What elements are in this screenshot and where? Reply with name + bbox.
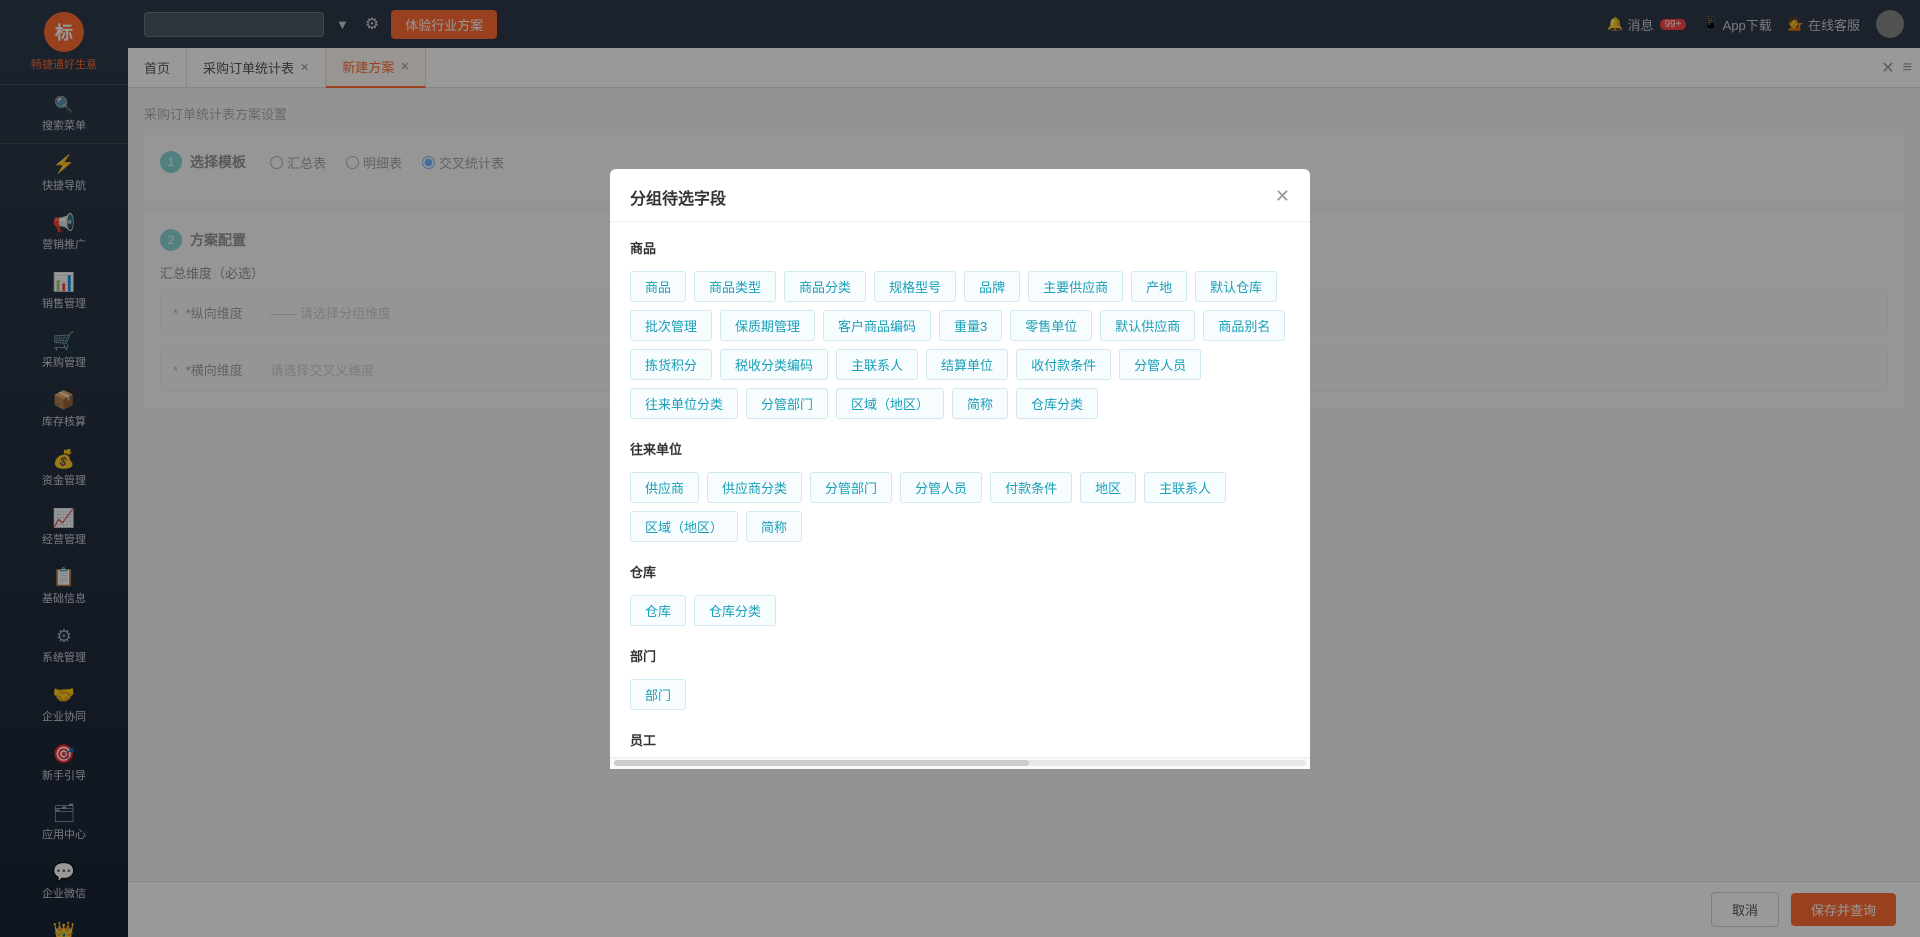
department-tags: 部门 [630,679,1290,710]
section-department-title: 部门 [630,646,1290,669]
tag-goods-15[interactable]: 拣货积分 [630,349,712,380]
tag-dept-0[interactable]: 部门 [630,679,686,710]
section-warehouse: 仓库 仓库 仓库分类 [630,562,1290,626]
tag-partner-7[interactable]: 区域（地区） [630,511,738,542]
tag-goods-0[interactable]: 商品 [630,271,686,302]
dialog-close-button[interactable]: ✕ [1275,186,1290,207]
section-staff-title: 员工 [630,730,1290,753]
tag-goods-14[interactable]: 商品别名 [1203,310,1285,341]
warehouse-tags: 仓库 仓库分类 [630,595,1290,626]
dialog-scrollbar-x[interactable] [610,757,1310,769]
section-department: 部门 部门 [630,646,1290,710]
tag-goods-13[interactable]: 默认供应商 [1100,310,1195,341]
section-goods-title: 商品 [630,238,1290,261]
partners-tags: 供应商 供应商分类 分管部门 分管人员 付款条件 地区 主联系人 区域（地区） … [630,472,1290,542]
tag-partner-8[interactable]: 简称 [746,511,802,542]
tag-partner-5[interactable]: 地区 [1080,472,1136,503]
tag-goods-23[interactable]: 区域（地区） [836,388,944,419]
scroll-track [614,760,1306,766]
tag-goods-24[interactable]: 简称 [952,388,1008,419]
field-select-dialog: 分组待选字段 ✕ 商品 商品 商品类型 商品分类 规格型号 品牌 主要供应商 产… [610,169,1310,769]
section-partners-title: 往来单位 [630,439,1290,462]
section-warehouse-title: 仓库 [630,562,1290,585]
tag-goods-17[interactable]: 主联系人 [836,349,918,380]
tag-partner-3[interactable]: 分管人员 [900,472,982,503]
tag-goods-1[interactable]: 商品类型 [694,271,776,302]
tag-goods-11[interactable]: 重量3 [939,310,1002,341]
tag-partner-6[interactable]: 主联系人 [1144,472,1226,503]
tag-goods-2[interactable]: 商品分类 [784,271,866,302]
tag-goods-18[interactable]: 结算单位 [926,349,1008,380]
tag-goods-7[interactable]: 默认仓库 [1195,271,1277,302]
tag-goods-10[interactable]: 客户商品编码 [823,310,931,341]
tag-partner-0[interactable]: 供应商 [630,472,699,503]
dialog-overlay: 分组待选字段 ✕ 商品 商品 商品类型 商品分类 规格型号 品牌 主要供应商 产… [0,0,1920,937]
scroll-thumb [614,760,1029,766]
tag-goods-4[interactable]: 品牌 [964,271,1020,302]
tag-goods-21[interactable]: 往来单位分类 [630,388,738,419]
tag-wh-0[interactable]: 仓库 [630,595,686,626]
tag-goods-19[interactable]: 收付款条件 [1016,349,1111,380]
tag-goods-6[interactable]: 产地 [1131,271,1187,302]
tag-goods-8[interactable]: 批次管理 [630,310,712,341]
section-partners: 往来单位 供应商 供应商分类 分管部门 分管人员 付款条件 地区 主联系人 区域… [630,439,1290,542]
goods-tags: 商品 商品类型 商品分类 规格型号 品牌 主要供应商 产地 默认仓库 批次管理 … [630,271,1290,419]
tag-partner-2[interactable]: 分管部门 [810,472,892,503]
tag-goods-12[interactable]: 零售单位 [1010,310,1092,341]
section-staff: 员工 业务员 [630,730,1290,757]
tag-partner-1[interactable]: 供应商分类 [707,472,802,503]
tag-partner-4[interactable]: 付款条件 [990,472,1072,503]
dialog-title: 分组待选字段 [630,185,726,209]
dialog-header: 分组待选字段 ✕ [610,169,1310,222]
tag-goods-16[interactable]: 税收分类编码 [720,349,828,380]
tag-goods-22[interactable]: 分管部门 [746,388,828,419]
tag-goods-3[interactable]: 规格型号 [874,271,956,302]
dialog-body: 商品 商品 商品类型 商品分类 规格型号 品牌 主要供应商 产地 默认仓库 批次… [610,222,1310,757]
tag-goods-5[interactable]: 主要供应商 [1028,271,1123,302]
tag-wh-1[interactable]: 仓库分类 [694,595,776,626]
tag-goods-9[interactable]: 保质期管理 [720,310,815,341]
tag-goods-20[interactable]: 分管人员 [1119,349,1201,380]
tag-goods-25[interactable]: 仓库分类 [1016,388,1098,419]
section-goods: 商品 商品 商品类型 商品分类 规格型号 品牌 主要供应商 产地 默认仓库 批次… [630,238,1290,419]
